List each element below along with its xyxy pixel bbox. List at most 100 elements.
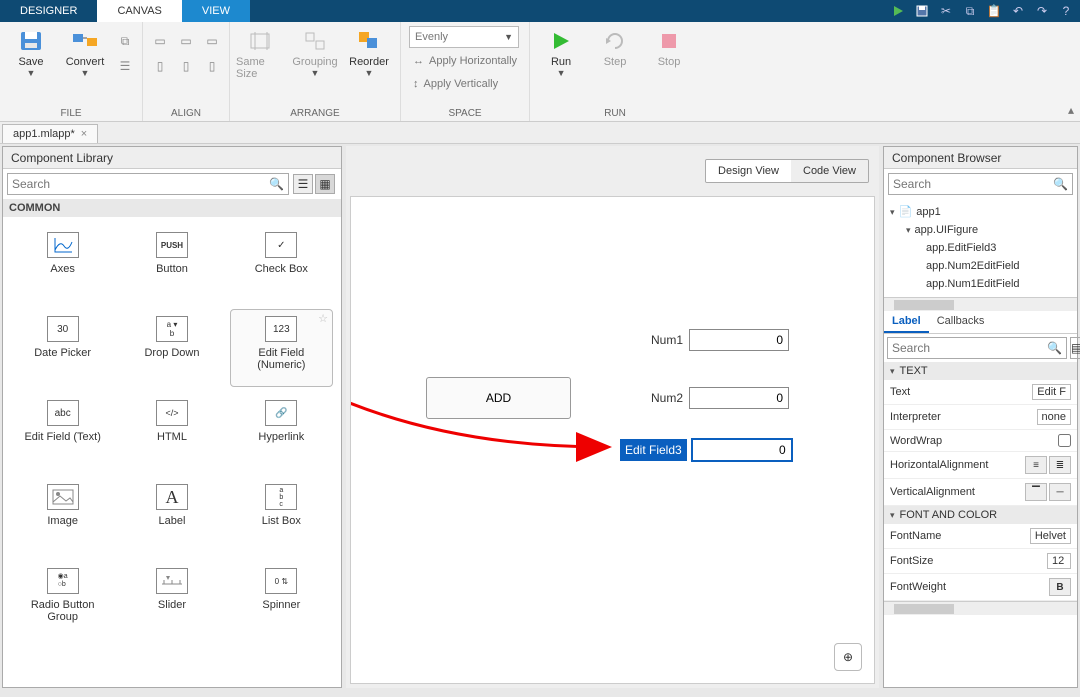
browser-search-input[interactable] [893, 177, 1053, 191]
search-icon: 🔍 [1047, 341, 1062, 355]
grid-view-icon[interactable]: ▦ [315, 174, 335, 194]
component-listbox[interactable]: abcList Box [230, 477, 333, 555]
property-search[interactable]: 🔍 [887, 337, 1067, 359]
align-left-btn[interactable]: ≡ [1025, 456, 1047, 474]
align-left-icon[interactable]: ▭ [149, 30, 171, 52]
component-edit-field-text[interactable]: abcEdit Field (Text) [11, 393, 114, 471]
valign-top-btn[interactable]: ▔ [1025, 483, 1047, 501]
tab-label[interactable]: Label [884, 311, 929, 333]
step-button[interactable]: Step [590, 26, 640, 68]
component-button[interactable]: PUSHButton [120, 225, 223, 303]
component-axes[interactable]: Axes [11, 225, 114, 303]
apply-horizontally-button[interactable]: ↔Apply Horizontally [409, 51, 521, 71]
prop-name: Text [890, 386, 910, 398]
component-checkbox[interactable]: ✓Check Box [230, 225, 333, 303]
component-spinner[interactable]: 0 ⇅Spinner [230, 561, 333, 639]
details-icon[interactable]: ☰ [114, 55, 136, 77]
add-button[interactable]: ADD [426, 377, 571, 419]
expand-icon[interactable]: ▾ [890, 203, 895, 221]
grouping-button[interactable]: Grouping ▼ [290, 26, 340, 78]
compare-icon[interactable]: ⧉ [114, 30, 136, 52]
editfield3-label[interactable]: Edit Field3 [621, 440, 686, 460]
align-middle-icon[interactable]: ▯ [175, 55, 197, 77]
tree-label: app.Num2EditField [926, 257, 1020, 275]
zoom-button[interactable]: ⊕ [834, 643, 862, 671]
space-evenly-select[interactable]: Evenly▼ [409, 26, 519, 48]
tab-view[interactable]: VIEW [182, 0, 250, 22]
tab-designer[interactable]: DESIGNER [0, 0, 97, 22]
component-dropdown[interactable]: a ▾bDrop Down [120, 309, 223, 387]
align-top-icon[interactable]: ▭ [175, 30, 197, 52]
tab-canvas[interactable]: CANVAS [97, 0, 181, 22]
expand-icon[interactable]: ▾ [906, 221, 911, 239]
font-group-header[interactable]: ▾FONT AND COLOR [884, 506, 1077, 524]
list-view-icon[interactable]: ☰ [293, 174, 313, 194]
prop-fontname: FontNameHelvet [884, 524, 1077, 549]
component-datepicker[interactable]: 30Date Picker [11, 309, 114, 387]
apply-vertically-button[interactable]: ↕Apply Vertically [409, 74, 521, 94]
paste-icon[interactable]: 📋 [986, 3, 1002, 19]
prop-interpreter-value[interactable]: none [1037, 409, 1071, 425]
minimize-ribbon-icon[interactable]: ▴ [1068, 103, 1074, 117]
tree-node-num1[interactable]: app.Num1EditField [886, 275, 1075, 293]
browser-search[interactable]: 🔍 [888, 173, 1073, 195]
copy-icon[interactable]: ⧉ [962, 3, 978, 19]
save-icon[interactable] [914, 3, 930, 19]
tree-scrollbar[interactable] [884, 297, 1077, 311]
cut-icon[interactable]: ✂ [938, 3, 954, 19]
property-search-input[interactable] [892, 341, 1047, 355]
convert-button[interactable]: Convert ▼ [60, 26, 110, 78]
component-image[interactable]: Image [11, 477, 114, 555]
stop-button[interactable]: Stop [644, 26, 694, 68]
tree-node-editfield3[interactable]: app.EditField3 [886, 239, 1075, 257]
component-edit-field-numeric[interactable]: ☆ 123Edit Field (Numeric) [230, 309, 333, 387]
prop-wordwrap-checkbox[interactable] [1058, 434, 1071, 447]
component-browser-panel: Component Browser 🔍 ▾📄app1 ▾app.UIFigure… [883, 146, 1078, 688]
redo-icon[interactable]: ↷ [1034, 3, 1050, 19]
document-tabs: app1.mlapp* × [0, 122, 1080, 144]
text-group-header[interactable]: ▾TEXT [884, 362, 1077, 380]
component-slider[interactable]: Slider [120, 561, 223, 639]
component-search-input[interactable] [12, 177, 269, 191]
editfield3-input[interactable] [692, 439, 792, 461]
run-button[interactable]: Run ▼ [536, 26, 586, 78]
undo-icon[interactable]: ↶ [1010, 3, 1026, 19]
grouping-label: Grouping [292, 56, 337, 68]
component-search[interactable]: 🔍 [7, 173, 289, 195]
prop-text-value[interactable]: Edit F [1032, 384, 1071, 400]
design-view-button[interactable]: Design View [706, 160, 791, 182]
bold-button[interactable]: B [1049, 578, 1071, 596]
component-html[interactable]: </>HTML [120, 393, 223, 471]
align-center-btn[interactable]: ≣ [1049, 456, 1071, 474]
ribbon-run-group: Run ▼ Step Stop RUN [530, 22, 700, 121]
component-label[interactable]: ALabel [120, 477, 223, 555]
chevron-down-icon: ▼ [311, 68, 320, 78]
align-right-icon[interactable]: ▭ [201, 30, 223, 52]
num1-input[interactable] [689, 329, 789, 351]
prop-fontsize-value[interactable]: 12 [1047, 553, 1071, 569]
tree-node-num2[interactable]: app.Num2EditField [886, 257, 1075, 275]
tree-node-uifigure[interactable]: ▾app.UIFigure [886, 221, 1075, 239]
tree-node-app1[interactable]: ▾📄app1 [886, 203, 1075, 221]
same-size-button[interactable]: Same Size [236, 26, 286, 80]
save-button[interactable]: Save ▼ [6, 26, 56, 78]
reorder-button[interactable]: Reorder ▼ [344, 26, 394, 78]
run-icon[interactable] [890, 3, 906, 19]
document-tab-app1[interactable]: app1.mlapp* × [2, 124, 98, 143]
align-bottom-icon[interactable]: ▯ [201, 55, 223, 77]
num2-input[interactable] [689, 387, 789, 409]
prop-fontname-value[interactable]: Helvet [1030, 528, 1071, 544]
component-radiogroup[interactable]: ◉a○bRadio Button Group [11, 561, 114, 639]
align-center-icon[interactable]: ▯ [149, 55, 171, 77]
valign-mid-btn[interactable]: ─ [1049, 483, 1071, 501]
help-icon[interactable]: ? [1058, 3, 1074, 19]
categorize-icon[interactable]: ▤ [1070, 337, 1080, 359]
tab-callbacks[interactable]: Callbacks [929, 311, 993, 333]
favorite-star-icon[interactable]: ☆ [318, 312, 328, 325]
close-tab-icon[interactable]: × [81, 128, 87, 140]
prop-valign: VerticalAlignment▔─ [884, 479, 1077, 506]
ui-figure[interactable]: ADD Num1 Num2 Edit Field3 ⊕ [350, 196, 875, 684]
props-scrollbar[interactable] [884, 601, 1077, 615]
component-hyperlink[interactable]: 🔗Hyperlink [230, 393, 333, 471]
code-view-button[interactable]: Code View [791, 160, 868, 182]
